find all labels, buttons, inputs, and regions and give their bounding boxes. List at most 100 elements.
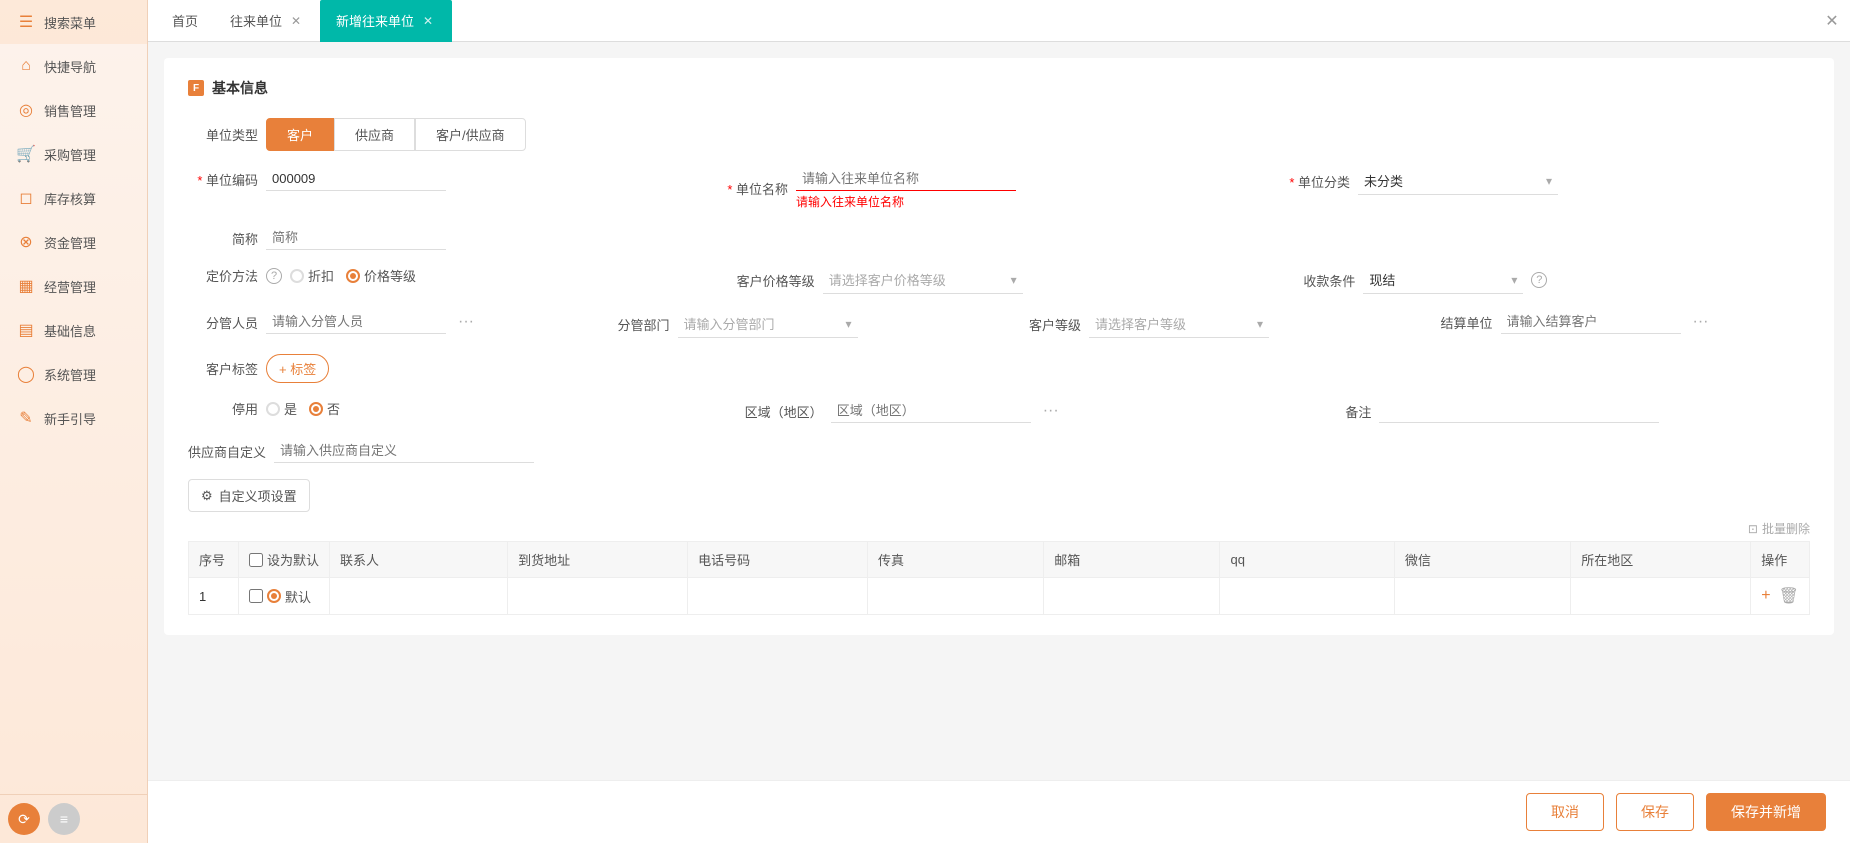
cell-qq[interactable] <box>1220 578 1395 615</box>
cell-default: 默认 <box>239 578 330 615</box>
customer-level-label: 客户等级 <box>1011 315 1081 334</box>
contact-input[interactable] <box>340 589 497 604</box>
window-close-button[interactable]: ✕ <box>1822 11 1842 31</box>
disabled-no-radio[interactable]: 否 <box>309 399 340 418</box>
disabled-label: 停用 <box>188 399 258 418</box>
add-tag-button[interactable]: + 标签 <box>266 354 329 383</box>
sidebar-item-beginner[interactable]: ✎ 新手引导 <box>0 396 147 440</box>
default-radio[interactable]: 默认 <box>267 587 311 606</box>
sidebar-item-inventory[interactable]: ◻ 库存核算 <box>0 176 147 220</box>
select-all-checkbox[interactable] <box>249 553 263 567</box>
region-input[interactable] <box>831 399 1031 423</box>
content-area: F 基本信息 单位类型 客户 供应商 客户/供应商 单位编码 <box>148 42 1850 780</box>
tab-bar: 首页 往来单位 ✕ 新增往来单位 ✕ ✕ <box>148 0 1850 42</box>
sidebar-item-purchase[interactable]: 🛒 采购管理 <box>0 132 147 176</box>
supplier-custom-input[interactable] <box>274 439 534 463</box>
abbr-input[interactable] <box>266 226 446 250</box>
cell-email[interactable] <box>1044 578 1220 615</box>
unit-category-label: 单位分类 <box>1280 172 1350 191</box>
col-wechat: 微信 <box>1395 542 1571 578</box>
sidebar: ☰ 搜索菜单 ⌂ 快捷导航 ◎ 销售管理 🛒 采购管理 ◻ 库存核算 ⊗ 资金管… <box>0 0 148 843</box>
col-default: 设为默认 <box>239 542 330 578</box>
customer-level-select[interactable]: 请选择客户等级 ▾ <box>1089 310 1269 338</box>
payment-terms-select[interactable]: 现结 ▾ <box>1363 266 1523 294</box>
tab-new-partner[interactable]: 新增往来单位 ✕ <box>320 0 452 42</box>
manager-row: 分管人员 ··· 分管部门 请输入分管部门 ▾ 客户等级 请选择客户等级 <box>188 310 1810 338</box>
tab-new-partner-close[interactable]: ✕ <box>420 13 436 29</box>
cell-address[interactable] <box>508 578 688 615</box>
unit-code-input[interactable] <box>266 167 446 191</box>
basic-info-card: F 基本信息 单位类型 客户 供应商 客户/供应商 单位编码 <box>164 58 1834 635</box>
save-button[interactable]: 保存 <box>1616 793 1694 831</box>
sidebar-item-basic-info[interactable]: ▤ 基础信息 <box>0 308 147 352</box>
customer-price-level-field: 客户价格等级 请选择客户价格等级 ▾ <box>737 266 1262 294</box>
cell-phone[interactable] <box>688 578 868 615</box>
payment-terms-label: 收款条件 <box>1285 271 1355 290</box>
cancel-button[interactable]: 取消 <box>1526 793 1604 831</box>
tags-row: 客户标签 + 标签 <box>188 354 1810 383</box>
save-new-button[interactable]: 保存并新增 <box>1706 793 1826 831</box>
unit-category-value: 未分类 <box>1364 171 1403 190</box>
phone-input[interactable] <box>698 589 857 604</box>
tags-field: 客户标签 + 标签 <box>188 354 1810 383</box>
email-input[interactable] <box>1054 589 1209 604</box>
pricing-method-radio-group: 折扣 价格等级 <box>290 266 416 285</box>
cell-contact[interactable] <box>330 578 508 615</box>
disabled-yes-radio[interactable]: 是 <box>266 399 297 418</box>
unit-type-supplier-btn[interactable]: 供应商 <box>334 118 415 151</box>
pricing-discount-radio[interactable]: 折扣 <box>290 266 334 285</box>
payment-terms-help-icon[interactable]: ? <box>1531 272 1547 288</box>
department-field: 分管部门 请输入分管部门 ▾ <box>600 310 988 338</box>
unit-type-row: 单位类型 客户 供应商 客户/供应商 <box>188 118 1810 151</box>
batch-delete-btn[interactable]: ⊡ 批量删除 <box>188 520 1810 537</box>
unit-name-wrapper: 请输入往来单位名称 <box>796 167 1016 210</box>
pricing-level-circle <box>346 269 360 283</box>
row-checkbox[interactable] <box>249 589 263 603</box>
sidebar-item-operations[interactable]: ▦ 经营管理 <box>0 264 147 308</box>
add-row-btn[interactable]: + <box>1761 587 1770 605</box>
sidebar-item-quick-nav[interactable]: ⌂ 快捷导航 <box>0 44 147 88</box>
tab-partners[interactable]: 往来单位 ✕ <box>214 0 320 42</box>
remark-input[interactable] <box>1379 399 1659 423</box>
qq-input[interactable] <box>1230 589 1384 604</box>
sidebar-item-finance[interactable]: ⊗ 资金管理 <box>0 220 147 264</box>
manager-input[interactable] <box>266 310 446 334</box>
pricing-method-help-icon[interactable]: ? <box>266 268 282 284</box>
payment-terms-chevron-icon: ▾ <box>1511 273 1517 287</box>
disabled-field: 停用 是 否 <box>188 399 697 418</box>
sidebar-item-sales[interactable]: ◎ 销售管理 <box>0 88 147 132</box>
unit-type-customer-btn[interactable]: 客户 <box>266 118 334 151</box>
settlement-unit-input[interactable] <box>1501 310 1681 334</box>
region-dots-btn[interactable]: ··· <box>1039 402 1063 420</box>
sidebar-bottom-btn-1[interactable]: ⟳ <box>8 803 40 835</box>
wechat-input[interactable] <box>1405 589 1560 604</box>
unit-name-input[interactable] <box>796 167 1016 191</box>
fax-input[interactable] <box>878 589 1033 604</box>
pricing-level-radio[interactable]: 价格等级 <box>346 266 416 285</box>
pricing-discount-circle <box>290 269 304 283</box>
batch-delete-label: 批量删除 <box>1762 520 1810 537</box>
tab-partners-close[interactable]: ✕ <box>288 13 304 29</box>
cell-wechat[interactable] <box>1395 578 1571 615</box>
row-region-input[interactable] <box>1581 589 1740 604</box>
col-seq: 序号 <box>189 542 239 578</box>
tab-home[interactable]: 首页 <box>156 0 214 42</box>
customer-price-level-select[interactable]: 请选择客户价格等级 ▾ <box>823 266 1023 294</box>
department-select[interactable]: 请输入分管部门 ▾ <box>678 310 858 338</box>
unit-type-both-btn[interactable]: 客户/供应商 <box>415 118 526 151</box>
cell-fax[interactable] <box>868 578 1044 615</box>
delete-row-btn[interactable]: 🗑 <box>1779 586 1799 606</box>
sidebar-item-system[interactable]: ◯ 系统管理 <box>0 352 147 396</box>
custom-settings-button[interactable]: ⚙ 自定义项设置 <box>188 479 310 512</box>
custom-settings-label: 自定义项设置 <box>219 486 297 505</box>
default-radio-circle <box>267 589 281 603</box>
settlement-unit-dots-btn[interactable]: ··· <box>1689 313 1713 331</box>
unit-category-select[interactable]: 未分类 ▾ <box>1358 167 1558 195</box>
col-region: 所在地区 <box>1571 542 1751 578</box>
address-input[interactable] <box>518 589 677 604</box>
sidebar-bottom-btn-2[interactable]: ≡ <box>48 803 80 835</box>
sidebar-item-search[interactable]: ☰ 搜索菜单 <box>0 0 147 44</box>
cell-region[interactable] <box>1571 578 1751 615</box>
manager-dots-btn[interactable]: ··· <box>454 313 478 331</box>
payment-terms-field: 收款条件 现结 ▾ ? <box>1285 266 1810 294</box>
